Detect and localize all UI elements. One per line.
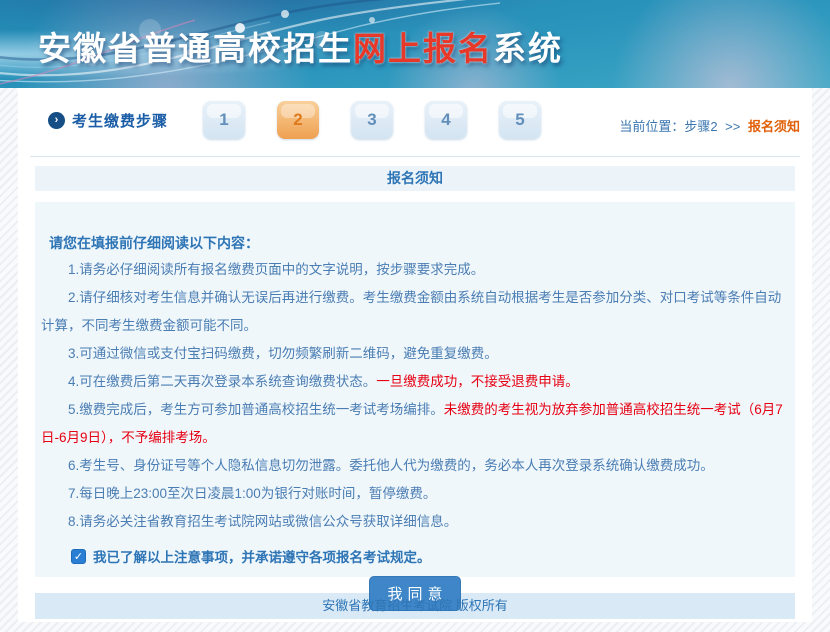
notice-item-6: 6.考生号、身份证号等个人隐私信息切勿泄露。委托他人代为缴费的，务必本人再次登录… [41,452,789,480]
agreement-checkbox[interactable] [71,549,86,564]
breadcrumb-prefix: 当前位置：步骤2 [619,119,717,134]
steps-header-row: › 考生缴费步骤 1 2 3 4 5 当前位置：步骤2 >> 报名须知 [18,88,812,156]
agreement-label: 我已了解以上注意事项，并承诺遵守各项报名考试规定。 [93,546,431,566]
notice-item-8: 8.请务必关注省教育招生考试院网站或微信公众号获取详细信息。 [41,508,789,536]
notice-item-3: 3.可通过微信或支付宝扫码缴费，切勿频繁刷新二维码，避免重复缴费。 [41,340,789,368]
notice-item-1: 1.请务必仔细阅读所有报名缴费页面中的文字说明，按步骤要求完成。 [41,256,789,284]
step-1: 1 [203,101,245,139]
breadcrumb: 当前位置：步骤2 >> 报名须知 [619,116,800,135]
title-part2: 系统 [493,30,563,67]
main-content-container: › 考生缴费步骤 1 2 3 4 5 当前位置：步骤2 >> 报名须知 报名须知… [18,88,812,622]
title-part1: 安徽省普通高校招生 [38,30,353,67]
app-banner: 安徽省普通高校招生网上报名系统 [0,0,830,88]
title-highlight: 网上报名 [353,30,493,67]
notice-title: 报名须知 [387,170,443,186]
footer-bar: 安徽省教育招生考试院 版权所有 [35,593,795,619]
step-2-active: 2 [277,101,319,139]
steps-label-text: 考生缴费步骤 [72,110,168,131]
arrow-bullet-icon: › [48,112,65,129]
notice-panel: 请您在填报前仔细阅读以下内容： 1.请务必仔细阅读所有报名缴费页面中的文字说明，… [35,202,795,577]
notice-item-4: 4.可在缴费后第二天再次登录本系统查询缴费状态。一旦缴费成功，不接受退费申请。 [41,368,789,396]
step-3: 3 [351,101,393,139]
notice-item-5: 5.缴费完成后，考生方可参加普通高校招生统一考试考场编排。未缴费的考生视为放弃参… [41,396,789,452]
notice-item-7: 7.每日晚上23:00至次日凌晨1:00为银行对账时间，暂停缴费。 [41,480,789,508]
notice-title-bar: 报名须知 [35,166,795,191]
breadcrumb-current: 报名须知 [748,119,800,134]
step-4: 4 [425,101,467,139]
breadcrumb-separator: >> [725,119,740,134]
notice-item-2: 2.请仔细核对考生信息并确认无误后再进行缴费。考生缴费金额由系统自动根据考生是否… [41,284,789,340]
horizontal-divider [30,156,800,157]
page-title: 安徽省普通高校招生网上报名系统 [38,22,563,70]
steps-section-label: › 考生缴费步骤 [48,110,168,131]
step-indicator: 1 2 3 4 5 [203,101,541,139]
notice-intro: 请您在填报前仔细阅读以下内容： [49,230,789,256]
agreement-row: 我已了解以上注意事项，并承诺遵守各项报名考试规定。 [71,546,789,566]
copyright-text: 安徽省教育招生考试院 版权所有 [322,598,508,613]
step-5: 5 [499,101,541,139]
